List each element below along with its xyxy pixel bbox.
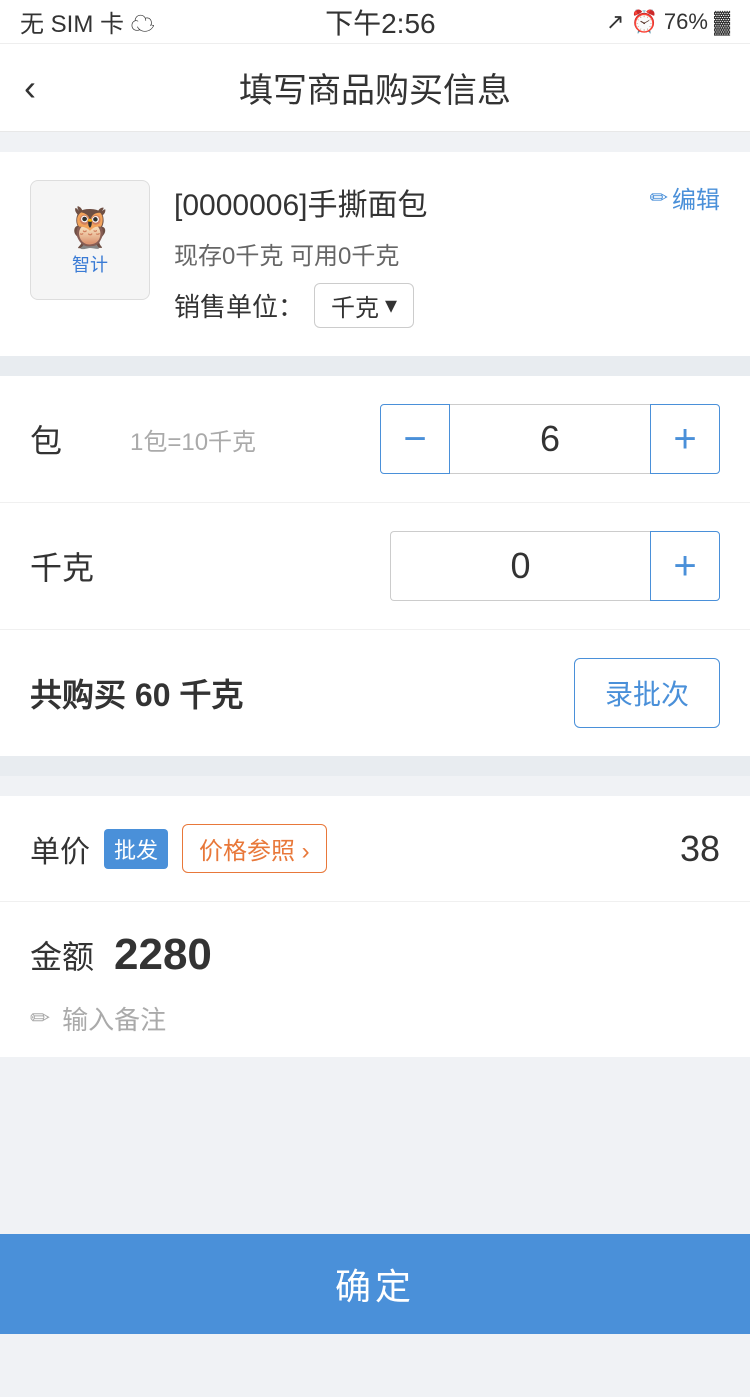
product-info: [0000006]手撕面包 ✏ 编辑 现存0千克 可用0千克 销售单位： 千克 … bbox=[174, 180, 720, 328]
nav-bar: ‹ 填写商品购买信息 bbox=[0, 44, 750, 132]
product-owl-icon: 🦉 bbox=[65, 204, 115, 251]
bao-label: 包 bbox=[30, 416, 110, 462]
status-right: ↗ ⏰ 76% ▓ bbox=[606, 9, 730, 35]
unit-value: 千克 bbox=[331, 288, 379, 323]
total-text: 共购买 60 千克 bbox=[30, 670, 243, 716]
divider-1 bbox=[0, 356, 750, 376]
amount-row: 金额 2280 bbox=[30, 930, 720, 980]
amount-label: 金额 bbox=[30, 932, 94, 978]
bao-input-row: 包 1包=10千克 − + bbox=[0, 376, 750, 503]
total-unit: 千克 bbox=[179, 677, 243, 713]
unit-label: 销售单位： bbox=[174, 287, 304, 324]
bao-minus-button[interactable]: − bbox=[380, 404, 450, 474]
edit-icon: ✏ bbox=[650, 185, 668, 211]
back-button[interactable]: ‹ bbox=[24, 67, 36, 109]
status-time: 下午2:56 bbox=[325, 2, 436, 42]
price-left: 单价 批发 价格参照 › bbox=[30, 824, 327, 873]
total-row: 共购买 60 千克 录批次 bbox=[0, 630, 750, 756]
no-sim-text: 无 SIM 卡 ☁ bbox=[20, 4, 155, 39]
batch-button[interactable]: 录批次 bbox=[574, 658, 720, 728]
batch-tag: 批发 bbox=[104, 829, 168, 869]
price-label: 单价 bbox=[30, 827, 90, 871]
unit-selector[interactable]: 千克 ▾ bbox=[314, 283, 414, 328]
remark-placeholder: 输入备注 bbox=[62, 1000, 166, 1037]
product-stock: 现存0千克 可用0千克 bbox=[174, 236, 720, 271]
price-ref-button[interactable]: 价格参照 › bbox=[182, 824, 327, 873]
product-title: [0000006]手撕面包 bbox=[174, 180, 427, 224]
battery-text: 76% bbox=[664, 9, 708, 35]
edit-label: 编辑 bbox=[672, 180, 720, 215]
input-section: 包 1包=10千克 − + 千克 + bbox=[0, 376, 750, 630]
status-left: 无 SIM 卡 ☁ bbox=[20, 4, 155, 39]
thumb-label: 智计 bbox=[72, 251, 108, 277]
bottom-area bbox=[0, 1057, 750, 1397]
alarm-icon: ⏰ bbox=[630, 9, 657, 35]
pencil-icon: ✏ bbox=[30, 1004, 50, 1033]
divider-2 bbox=[0, 756, 750, 776]
product-thumbnail: 🦉 智计 bbox=[30, 180, 150, 300]
location-icon: ↗ bbox=[606, 9, 624, 35]
amount-value: 2280 bbox=[114, 930, 212, 980]
amount-section: 金额 2280 ✏ 输入备注 bbox=[0, 901, 750, 1057]
kg-label: 千克 bbox=[30, 543, 110, 589]
confirm-button[interactable]: 确定 bbox=[0, 1234, 750, 1334]
edit-button[interactable]: ✏ 编辑 bbox=[650, 180, 720, 215]
remark-row[interactable]: ✏ 输入备注 bbox=[30, 1000, 720, 1037]
battery-icon: ▓ bbox=[714, 9, 730, 35]
bao-hint: 1包=10千克 bbox=[130, 422, 360, 457]
total-prefix: 共购买 bbox=[30, 677, 126, 713]
unit-dropdown-icon: ▾ bbox=[385, 291, 397, 320]
product-unit-row: 销售单位： 千克 ▾ bbox=[174, 283, 720, 328]
kg-plus-button[interactable]: + bbox=[650, 531, 720, 601]
product-card: 🦉 智计 [0000006]手撕面包 ✏ 编辑 现存0千克 可用0千克 销售单位… bbox=[0, 152, 750, 356]
kg-qty-control: + bbox=[390, 531, 720, 601]
status-bar: 无 SIM 卡 ☁ 下午2:56 ↗ ⏰ 76% ▓ bbox=[0, 0, 750, 44]
total-amount: 60 bbox=[135, 677, 171, 713]
price-row: 单价 批发 价格参照 › 38 bbox=[30, 824, 720, 873]
bao-input[interactable] bbox=[450, 404, 650, 474]
kg-input-row: 千克 + bbox=[0, 503, 750, 630]
kg-input[interactable] bbox=[390, 531, 650, 601]
bao-plus-button[interactable]: + bbox=[650, 404, 720, 474]
bao-qty-control: − + bbox=[380, 404, 720, 474]
page-title: 填写商品购买信息 bbox=[239, 63, 511, 112]
price-section: 单价 批发 价格参照 › 38 bbox=[0, 796, 750, 901]
price-value: 38 bbox=[680, 828, 720, 870]
